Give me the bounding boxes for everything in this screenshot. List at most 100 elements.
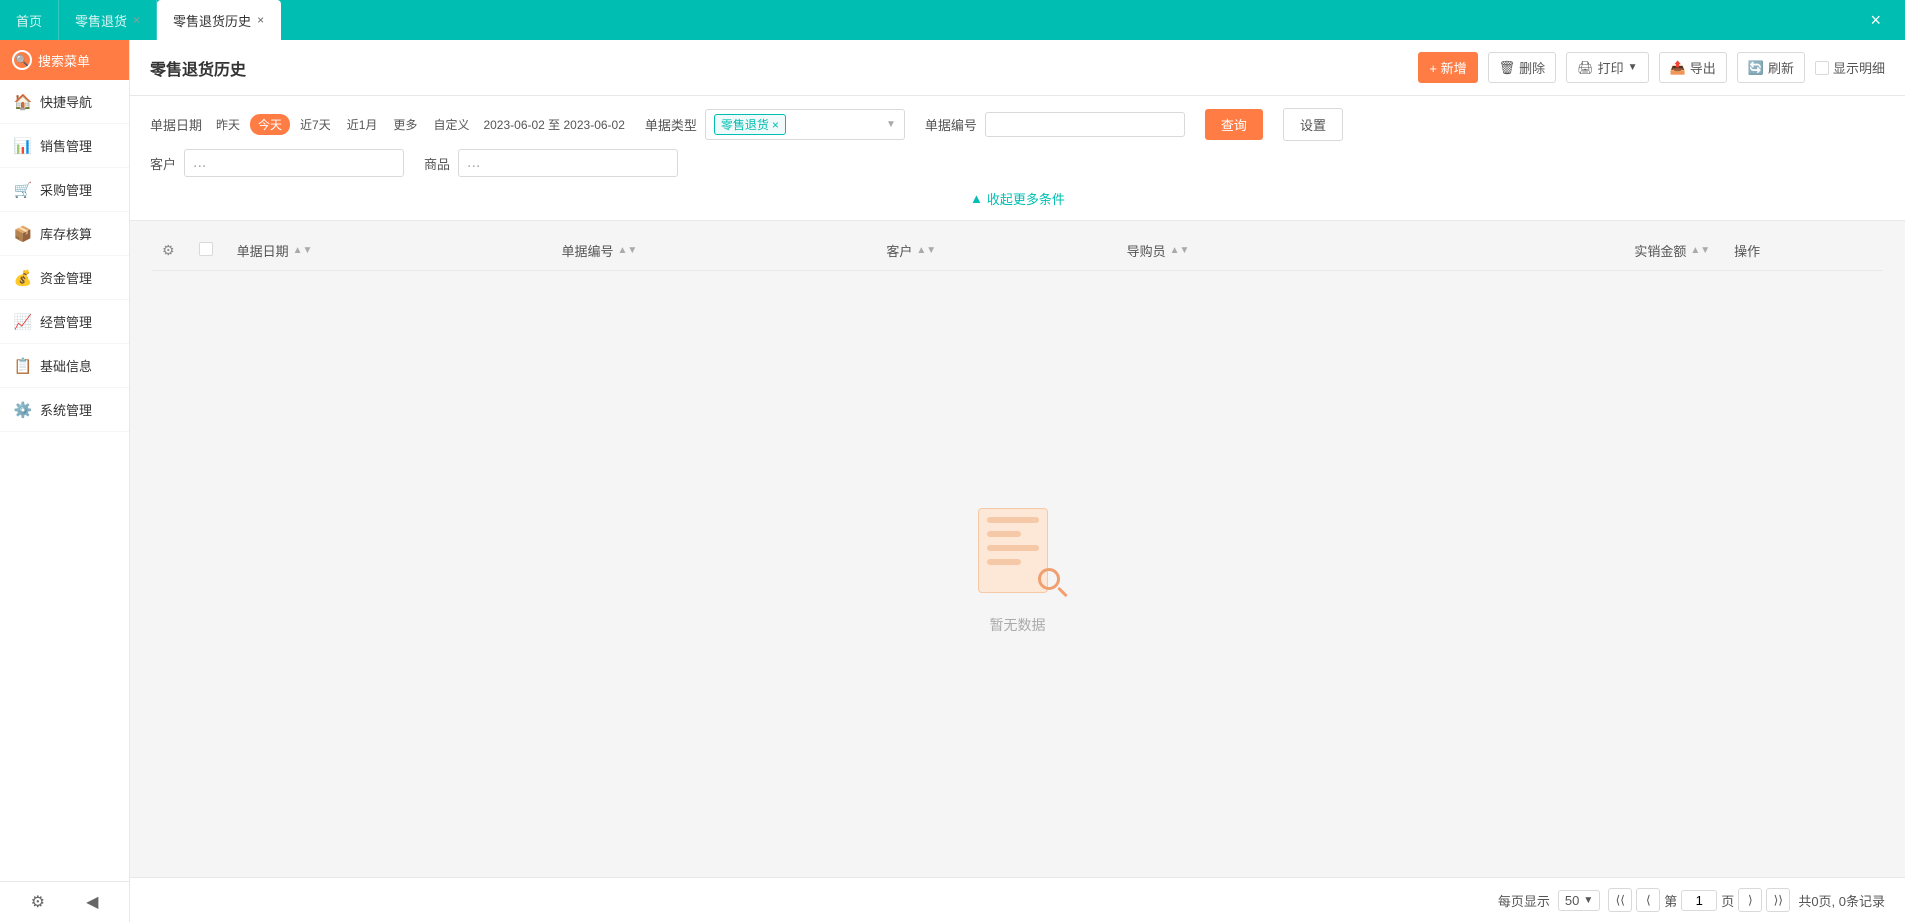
page-number-input[interactable] <box>1681 890 1717 911</box>
settings-bottom-icon[interactable]: ⚙ <box>31 892 45 912</box>
col-amount-sort-icon: ▲▼ <box>1690 246 1710 256</box>
prev-page-button[interactable]: ⟨ <box>1636 888 1660 912</box>
tab-home-label: 首页 <box>16 11 42 30</box>
mag-handle <box>1057 587 1068 598</box>
collapse-sidebar-icon[interactable]: ◀ <box>86 892 98 912</box>
customer-select[interactable]: ... <box>184 149 404 177</box>
customer-filter-group: 客户 ... <box>150 149 404 177</box>
nav-items: 🏠 快捷导航 📊 销售管理 🛒 采购管理 📦 库存核算 💰 资金管理 📈 <box>0 80 129 881</box>
table-settings-icon[interactable]: ⚙ <box>162 242 175 258</box>
total-info: 共0页, 0条记录 <box>1798 891 1885 910</box>
shortcut-7days[interactable]: 近7天 <box>294 114 337 135</box>
settings-button-label: 设置 <box>1300 118 1326 133</box>
shortcut-custom[interactable]: 自定义 <box>427 114 475 135</box>
filter-row-1: 单据日期 昨天 今天 近7天 近1月 更多 自定义 2023-06-02 至 2… <box>150 108 1885 141</box>
next-page-button[interactable]: ⟩ <box>1738 888 1762 912</box>
refresh-button-label: 刷新 <box>1768 58 1794 77</box>
page-label: 页 <box>1721 891 1734 910</box>
tab-retail-return-history-label: 零售退货历史 <box>173 11 251 30</box>
page-nav: ⟨⟨ ⟨ 第 页 ⟩ ⟩⟩ <box>1608 888 1790 912</box>
sidebar-item-purchase-mgmt[interactable]: 🛒 采购管理 <box>0 168 129 212</box>
ops-icon: 📈 <box>14 313 32 331</box>
search-menu-button[interactable]: 🔍 搜索菜单 <box>0 40 129 80</box>
col-date-sort[interactable]: 单据日期 ▲▼ <box>237 241 538 260</box>
table-header-row: ⚙ 单据日期 ▲▼ 单据编号 <box>150 231 1885 271</box>
settings-button[interactable]: 设置 <box>1283 108 1343 141</box>
checkbox-icon <box>1815 61 1829 75</box>
tab-home[interactable]: 首页 <box>0 0 59 40</box>
doc-line-1 <box>987 517 1039 523</box>
delete-button[interactable]: 🗑 删除 <box>1488 52 1557 83</box>
print-button[interactable]: 🖨 打印 ▼ <box>1566 52 1648 83</box>
mag-circle <box>1038 568 1060 590</box>
type-tag-close[interactable]: × <box>772 118 779 132</box>
last-page-button[interactable]: ⟩⟩ <box>1766 888 1790 912</box>
type-select[interactable]: 零售退货 × ▼ <box>705 109 905 140</box>
search-menu-label: 搜索菜单 <box>38 51 90 70</box>
goods-select[interactable]: ... <box>458 149 678 177</box>
shortcut-today[interactable]: 今天 <box>250 114 290 135</box>
order-no-input[interactable] <box>985 112 1185 137</box>
table-header: ⚙ 单据日期 ▲▼ 单据编号 <box>150 231 1885 271</box>
date-range-display: 2023-06-02 至 2023-06-02 <box>483 116 624 133</box>
sidebar-item-quick-nav[interactable]: 🏠 快捷导航 <box>0 80 129 124</box>
export-button[interactable]: 📤 导出 <box>1659 52 1727 83</box>
header-actions: + 新增 🗑 删除 🖨 打印 ▼ 📤 导出 🔄 刷新 <box>1418 52 1885 83</box>
col-guide-sort[interactable]: 导购员 ▲▼ <box>1127 241 1386 260</box>
page-title: 零售退货历史 <box>150 56 246 80</box>
tab-retail-return[interactable]: 零售退货 × <box>59 0 157 40</box>
delete-icon: 🗑 <box>1499 60 1516 76</box>
goods-filter-group: 商品 ... <box>424 149 678 177</box>
col-customer-sort[interactable]: 客户 ▲▼ <box>886 241 1102 260</box>
tab-retail-return-label: 零售退货 <box>75 11 127 30</box>
refresh-button[interactable]: 🔄 刷新 <box>1737 52 1805 83</box>
query-button-label: 查询 <box>1221 118 1247 133</box>
sidebar-label-ops-mgmt: 经营管理 <box>40 312 92 331</box>
page-header: 零售退货历史 + 新增 🗑 删除 🖨 打印 ▼ 📤 导出 <box>130 40 1905 96</box>
order-no-filter-group: 单据编号 <box>925 112 1185 137</box>
shortcut-yesterday[interactable]: 昨天 <box>210 114 246 135</box>
col-amount-sort[interactable]: 实销金额 ▲▼ <box>1409 241 1710 260</box>
order-no-filter-label: 单据编号 <box>925 115 977 134</box>
col-guide: 导购员 ▲▼ <box>1115 231 1398 271</box>
sidebar-item-sales-mgmt[interactable]: 📊 销售管理 <box>0 124 129 168</box>
date-filter-group: 单据日期 昨天 今天 近7天 近1月 更多 自定义 2023-06-02 至 2… <box>150 114 625 135</box>
export-icon: 📤 <box>1670 60 1686 76</box>
sidebar-item-system-mgmt[interactable]: ⚙️ 系统管理 <box>0 388 129 432</box>
customer-filter-label: 客户 <box>150 154 176 173</box>
first-page-button[interactable]: ⟨⟨ <box>1608 888 1632 912</box>
add-button-label: + 新增 <box>1429 58 1466 77</box>
sidebar-item-inventory-calc[interactable]: 📦 库存核算 <box>0 212 129 256</box>
window-close-button[interactable]: × <box>1862 6 1889 35</box>
sidebar-label-fund-mgmt: 资金管理 <box>40 268 92 287</box>
sidebar: 🔍 搜索菜单 🏠 快捷导航 📊 销售管理 🛒 采购管理 📦 库存核算 💰 <box>0 40 130 922</box>
col-amount-label: 实销金额 <box>1634 241 1686 260</box>
query-button[interactable]: 查询 <box>1205 109 1263 140</box>
select-all-checkbox[interactable] <box>199 242 213 256</box>
sidebar-item-fund-mgmt[interactable]: 💰 资金管理 <box>0 256 129 300</box>
export-button-label: 导出 <box>1690 58 1716 77</box>
shortcut-1month[interactable]: 近1月 <box>341 114 384 135</box>
tab-retail-return-history-close[interactable]: × <box>257 13 264 27</box>
sidebar-item-basic-info[interactable]: 📋 基础信息 <box>0 344 129 388</box>
sidebar-label-inventory-calc: 库存核算 <box>40 224 92 243</box>
tab-retail-return-history[interactable]: 零售退货历史 × <box>157 0 281 40</box>
tab-retail-return-close[interactable]: × <box>133 13 140 27</box>
type-select-arrow: ▼ <box>886 119 896 130</box>
col-customer-sort-icon: ▲▼ <box>916 246 936 256</box>
sidebar-item-ops-mgmt[interactable]: 📈 经营管理 <box>0 300 129 344</box>
show-detail-checkbox[interactable]: 显示明细 <box>1815 58 1885 77</box>
table-area: ⚙ 单据日期 ▲▼ 单据编号 <box>130 221 1905 877</box>
col-guide-sort-icon: ▲▼ <box>1170 246 1190 256</box>
top-bar-right: × <box>1862 6 1905 35</box>
type-select-value: 零售退货 × <box>714 114 886 135</box>
page-size-dropdown[interactable]: 50 ▼ <box>1558 890 1600 911</box>
date-shortcuts: 昨天 今天 近7天 近1月 更多 自定义 <box>210 114 475 135</box>
shortcut-more[interactable]: 更多 <box>387 114 423 135</box>
empty-illustration <box>968 503 1068 603</box>
add-button[interactable]: + 新增 <box>1418 52 1477 83</box>
collapse-button[interactable]: ▲ 收起更多条件 <box>970 189 1065 208</box>
col-order-no-sort[interactable]: 单据编号 ▲▼ <box>561 241 862 260</box>
search-icon: 🔍 <box>12 50 32 70</box>
goods-filter-label: 商品 <box>424 154 450 173</box>
